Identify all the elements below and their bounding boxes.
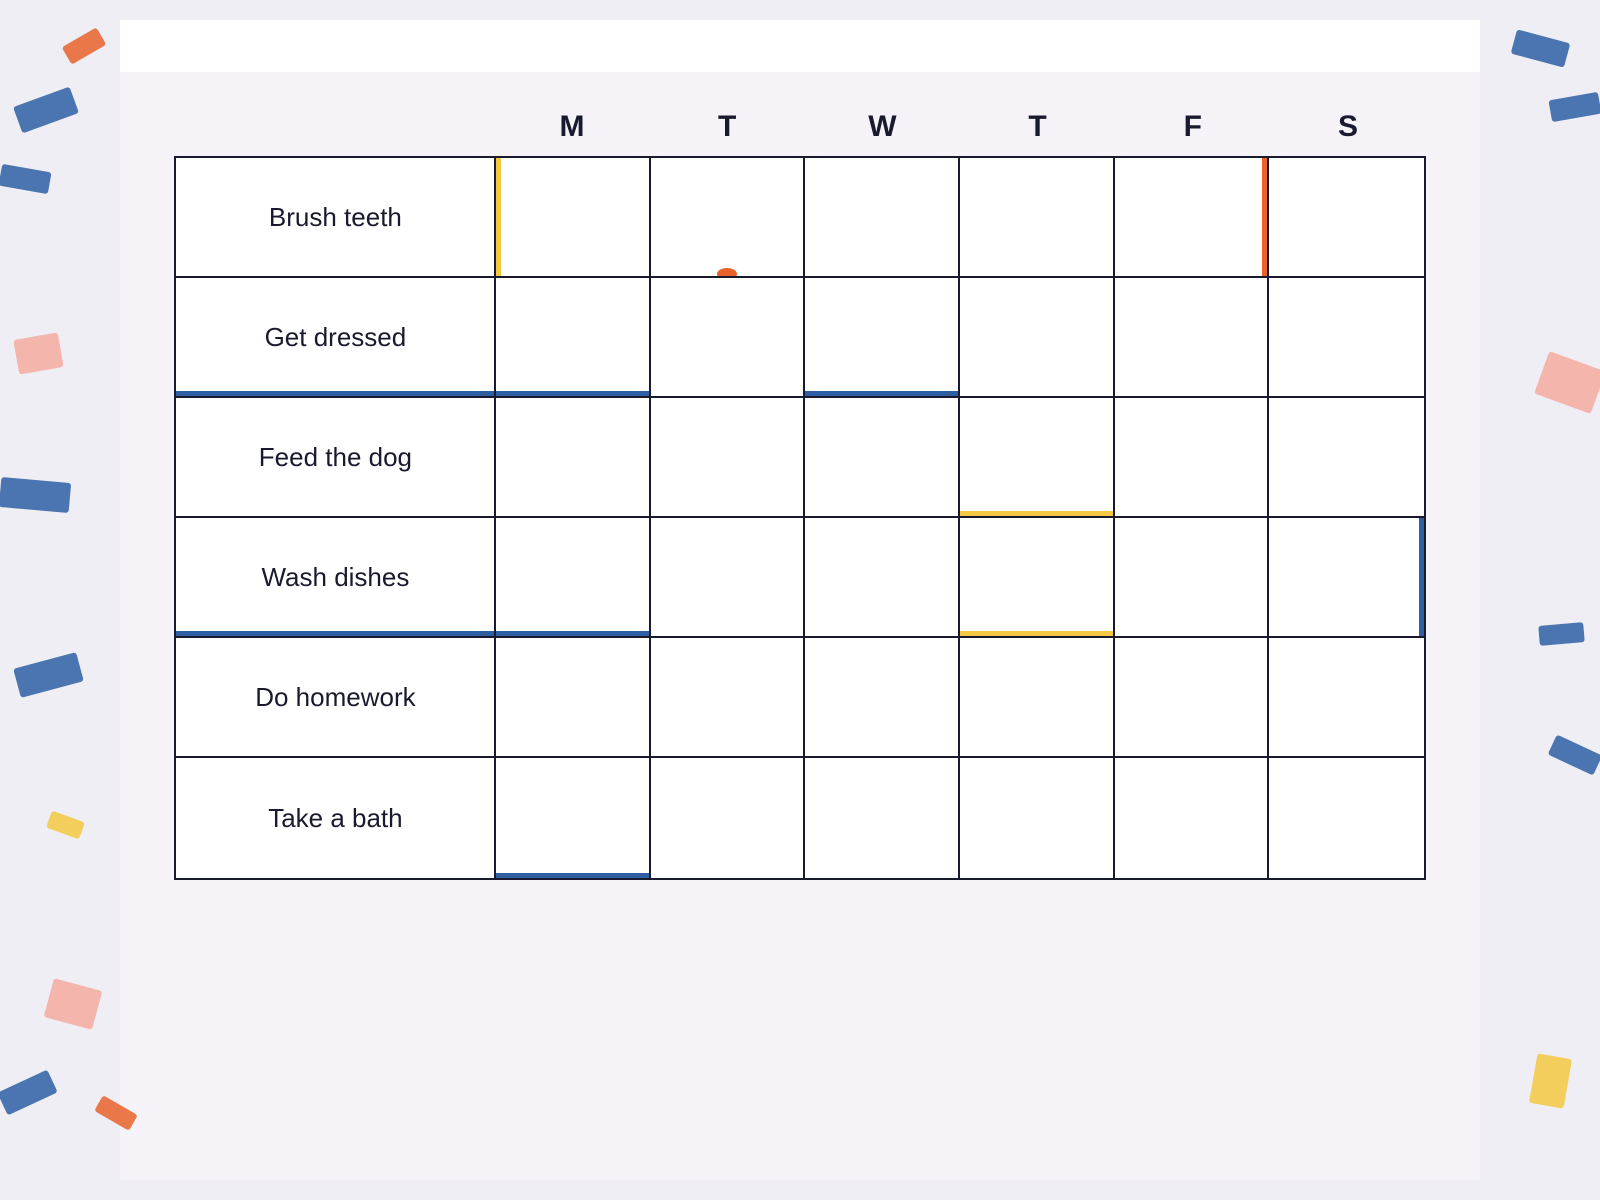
header-day-2: W bbox=[805, 102, 960, 152]
chore-label: Do homework bbox=[255, 682, 415, 713]
decoration-shape bbox=[46, 811, 85, 840]
check-cell[interactable] bbox=[1269, 758, 1424, 878]
check-cell[interactable] bbox=[805, 638, 960, 756]
title-banner bbox=[120, 20, 1480, 72]
chore-label: Get dressed bbox=[265, 322, 407, 353]
decoration-shape bbox=[1538, 622, 1585, 646]
chart-row: Get dressed bbox=[176, 278, 1423, 398]
check-cell[interactable] bbox=[1115, 398, 1270, 516]
check-cell[interactable] bbox=[1269, 158, 1424, 276]
decoration-shape bbox=[13, 652, 84, 698]
check-cell[interactable] bbox=[805, 518, 960, 636]
chore-label: Feed the dog bbox=[259, 442, 412, 473]
check-cell[interactable] bbox=[651, 638, 806, 756]
chart-row: Brush teeth bbox=[176, 158, 1423, 278]
check-cell[interactable] bbox=[805, 158, 960, 276]
check-cell[interactable] bbox=[805, 398, 960, 516]
chart-row: Do homework bbox=[176, 638, 1423, 758]
check-cell[interactable] bbox=[1115, 638, 1270, 756]
chart-row: Wash dishes bbox=[176, 518, 1423, 638]
chart-grid: Brush teeth Get dressed Feed the dog Wash d… bbox=[174, 156, 1425, 880]
header-day-3: T bbox=[960, 102, 1115, 152]
chore-label: Wash dishes bbox=[261, 562, 409, 593]
chart-header: M T W T F S bbox=[174, 102, 1425, 152]
check-cell[interactable] bbox=[805, 278, 960, 396]
check-cell[interactable] bbox=[1115, 758, 1270, 878]
header-day-4: F bbox=[1115, 102, 1270, 152]
check-cell[interactable] bbox=[496, 758, 651, 878]
header-day-1: T bbox=[650, 102, 805, 152]
check-cell[interactable] bbox=[496, 638, 651, 756]
decoration-shape bbox=[13, 87, 79, 134]
header-day-0: M bbox=[494, 102, 649, 152]
decoration-shape bbox=[0, 1070, 58, 1116]
header-chores bbox=[174, 102, 494, 152]
chart-row: Take a bath bbox=[176, 758, 1423, 878]
check-cell[interactable] bbox=[651, 398, 806, 516]
chore-label-cell: Take a bath bbox=[176, 758, 496, 878]
decoration-shape bbox=[0, 164, 52, 194]
check-cell[interactable] bbox=[1115, 278, 1270, 396]
check-cell[interactable] bbox=[651, 158, 806, 276]
chore-label: Brush teeth bbox=[269, 202, 402, 233]
decoration-shape bbox=[1548, 92, 1600, 122]
check-cell[interactable] bbox=[651, 758, 806, 878]
check-cell[interactable] bbox=[651, 278, 806, 396]
chore-label-cell: Get dressed bbox=[176, 278, 496, 396]
chore-label-cell: Feed the dog bbox=[176, 398, 496, 516]
check-cell[interactable] bbox=[960, 278, 1115, 396]
chore-label-cell: Wash dishes bbox=[176, 518, 496, 636]
check-cell[interactable] bbox=[496, 158, 651, 276]
chore-label-cell: Brush teeth bbox=[176, 158, 496, 276]
decoration-shape bbox=[1511, 29, 1571, 67]
decoration-shape bbox=[44, 978, 103, 1030]
decoration-shape bbox=[1534, 351, 1600, 414]
chart-row: Feed the dog bbox=[176, 398, 1423, 518]
check-cell[interactable] bbox=[1269, 278, 1424, 396]
check-cell[interactable] bbox=[960, 638, 1115, 756]
check-cell[interactable] bbox=[805, 758, 960, 878]
chore-label: Take a bath bbox=[268, 803, 402, 834]
decoration-shape bbox=[1548, 734, 1600, 775]
check-cell[interactable] bbox=[960, 518, 1115, 636]
chart-container: M T W T F S Brush teeth Get dressed Feed t… bbox=[174, 102, 1425, 880]
decoration-shape bbox=[62, 27, 107, 64]
chore-label-cell: Do homework bbox=[176, 638, 496, 756]
decoration-shape bbox=[13, 332, 63, 374]
decoration-shape bbox=[0, 477, 71, 513]
check-cell[interactable] bbox=[960, 158, 1115, 276]
check-cell[interactable] bbox=[1115, 518, 1270, 636]
decoration-shape bbox=[1529, 1053, 1572, 1108]
check-cell[interactable] bbox=[496, 398, 651, 516]
check-cell[interactable] bbox=[1269, 518, 1424, 636]
check-cell[interactable] bbox=[960, 758, 1115, 878]
check-cell[interactable] bbox=[960, 398, 1115, 516]
header-day-5: S bbox=[1270, 102, 1425, 152]
check-cell[interactable] bbox=[1269, 398, 1424, 516]
check-cell[interactable] bbox=[496, 518, 651, 636]
check-cell[interactable] bbox=[651, 518, 806, 636]
check-cell[interactable] bbox=[1269, 638, 1424, 756]
page: M T W T F S Brush teeth Get dressed Feed t… bbox=[120, 20, 1480, 1180]
check-cell[interactable] bbox=[496, 278, 651, 396]
check-cell[interactable] bbox=[1115, 158, 1270, 276]
